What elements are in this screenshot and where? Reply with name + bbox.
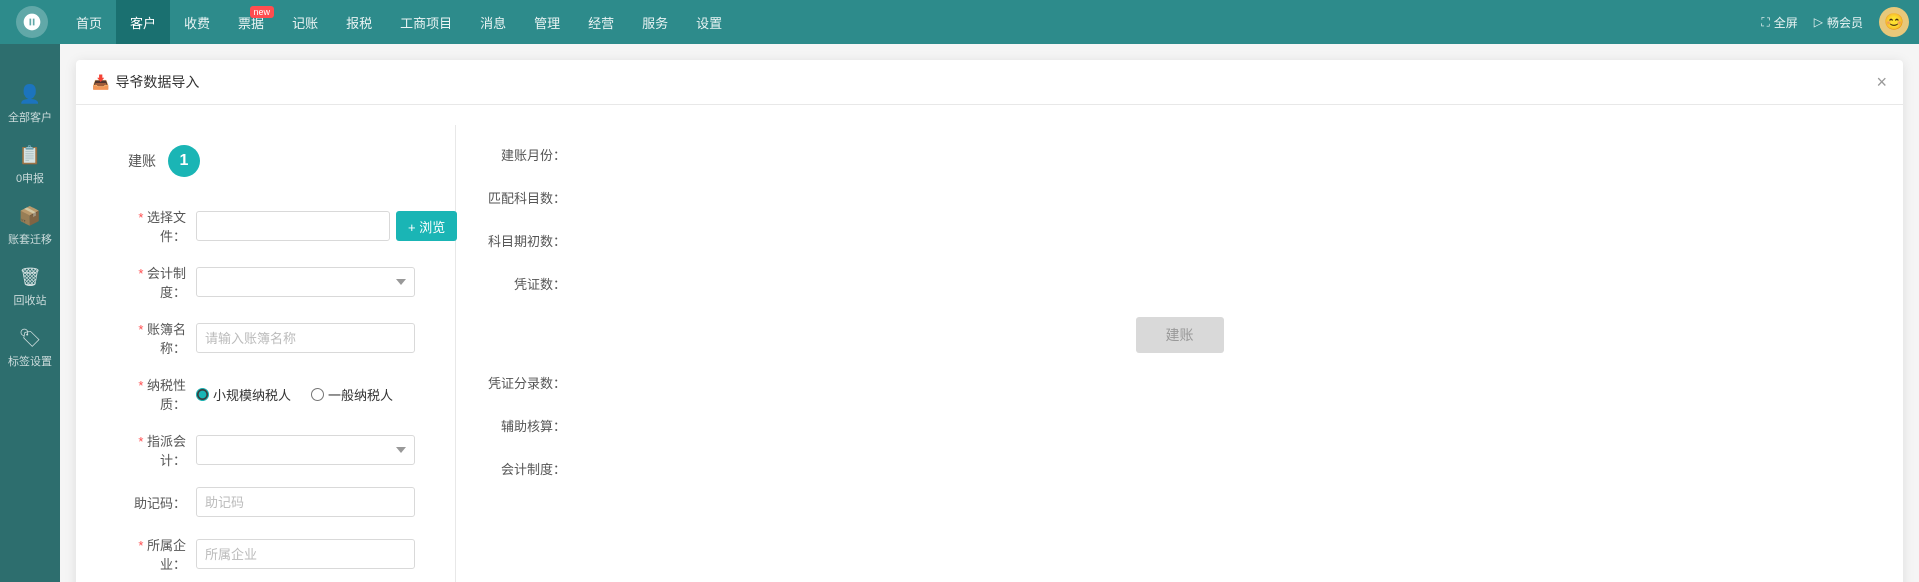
trash-icon: 🗑 — [19, 267, 42, 288]
voucher-count-label: 凭证数： — [486, 274, 576, 293]
file-input-group: + 浏览 — [196, 211, 457, 241]
logo-circle — [16, 6, 48, 38]
step-header: 建账 1 — [116, 145, 415, 177]
voucher-entries-row: 凭证分录数： — [486, 373, 1873, 392]
form-section: 建账 1 * 选择文件： + 浏览 — [76, 125, 456, 582]
nav-management[interactable]: 管理 — [520, 0, 574, 44]
fullscreen-button[interactable]: ⛶ 全屏 — [1761, 14, 1797, 31]
tax-general-radio[interactable] — [311, 388, 324, 401]
initial-balance-row: 科目期初数： — [486, 231, 1873, 250]
tax-small-scale[interactable]: 小规模纳税人 — [196, 385, 291, 404]
file-label: * 选择文件： — [116, 207, 196, 245]
tax-type-label: * 纳税性质： — [116, 375, 196, 413]
logo-icon — [22, 12, 42, 32]
nav-invoices[interactable]: 票据 new — [224, 0, 278, 44]
sidebar-item-declaration[interactable]: 📋 0申报 — [2, 137, 58, 194]
ledger-name-row: * 账簿名称： — [116, 319, 415, 357]
sidebar-item-all-clients[interactable]: 👤 全部客户 — [2, 76, 58, 133]
tax-type-radio-group: 小规模纳税人 一般纳税人 — [196, 385, 393, 404]
tax-general[interactable]: 一般纳税人 — [311, 385, 393, 404]
declaration-icon: 📋 — [19, 145, 41, 166]
step-circle: 1 — [168, 145, 200, 177]
fullscreen-icon: ⛶ — [1761, 15, 1769, 30]
voucher-count-row: 凭证数： — [486, 274, 1873, 293]
nav-items: 首页 客户 收费 票据 new 记账 报税 工商项目 消息 管理 经营 服务 设… — [62, 0, 1761, 44]
membership-button[interactable]: ▷ 畅会员 — [1814, 14, 1863, 31]
nav-messages[interactable]: 消息 — [466, 0, 520, 44]
nav-services[interactable]: 服务 — [628, 0, 682, 44]
initial-balance-label: 科目期初数： — [486, 231, 576, 250]
tag-icon: 🏷 — [19, 328, 42, 349]
match-subjects-row: 匹配科目数： — [486, 188, 1873, 207]
memo-code-row: 助记码： — [116, 487, 415, 517]
dialog-header: 📥 导爷数据导入 × — [76, 60, 1903, 105]
tax-small-scale-radio[interactable] — [196, 388, 209, 401]
aux-accounting-label: 辅助核算： — [486, 416, 576, 435]
right-accounting-system-label: 会计制度： — [486, 459, 576, 478]
sidebar-brand — [26, 52, 34, 68]
memo-code-input[interactable] — [196, 487, 415, 517]
top-navigation: 首页 客户 收费 票据 new 记账 报税 工商项目 消息 管理 经营 服务 设… — [0, 0, 1919, 44]
company-row: * 所属企业： — [116, 535, 415, 573]
nav-settings[interactable]: 设置 — [682, 0, 736, 44]
accountant-select[interactable] — [196, 435, 415, 465]
memo-code-label: 助记码： — [116, 493, 196, 512]
right-accounting-system-row: 会计制度： — [486, 459, 1873, 478]
sidebar: 👤 全部客户 📋 0申报 📦 账套迁移 🗑 回收站 🏷 标签设置 — [0, 44, 60, 582]
user-avatar[interactable]: 😊 — [1879, 7, 1909, 37]
dialog-close-button[interactable]: × — [1876, 73, 1887, 91]
month-row: 建账月份： — [486, 145, 1873, 164]
sidebar-item-tags[interactable]: 🏷 标签设置 — [2, 320, 58, 377]
nav-business[interactable]: 工商项目 — [386, 0, 466, 44]
dialog: 📥 导爷数据导入 × 建账 1 * 选择文件： — [76, 60, 1903, 582]
voucher-entries-label: 凭证分录数： — [486, 373, 576, 392]
month-label: 建账月份： — [486, 145, 576, 164]
file-row: * 选择文件： + 浏览 — [116, 207, 415, 245]
nav-home[interactable]: 首页 — [62, 0, 116, 44]
migration-icon: 📦 — [19, 206, 41, 227]
nav-billing[interactable]: 收费 — [170, 0, 224, 44]
create-account-button[interactable]: 建账 — [1136, 317, 1224, 353]
logo[interactable] — [10, 0, 54, 44]
ledger-name-label: * 账簿名称： — [116, 319, 196, 357]
accounting-system-label: * 会计制度： — [116, 263, 196, 301]
nav-badge-new: new — [250, 6, 275, 18]
person-icon: 👤 — [19, 84, 41, 105]
nav-bookkeeping[interactable]: 记账 — [278, 0, 332, 44]
ledger-name-input[interactable] — [196, 323, 415, 353]
import-icon: 📥 — [92, 74, 109, 91]
right-panel: 建账月份： 匹配科目数： 科目期初数： 凭证数： — [456, 125, 1903, 582]
accounting-system-row: * 会计制度： — [116, 263, 415, 301]
nav-clients[interactable]: 客户 — [116, 0, 170, 44]
nav-right: ⛶ 全屏 ▷ 畅会员 😊 — [1761, 7, 1909, 37]
nav-operations[interactable]: 经营 — [574, 0, 628, 44]
step-label: 建账 — [116, 151, 156, 171]
sidebar-item-migration[interactable]: 📦 账套迁移 — [2, 198, 58, 255]
match-subjects-label: 匹配科目数： — [486, 188, 576, 207]
company-input[interactable] — [196, 539, 415, 569]
file-input[interactable] — [196, 211, 390, 241]
avatar-icon: 😊 — [1884, 12, 1904, 32]
content-area: 📥 导爷数据导入 × 建账 1 * 选择文件： — [60, 44, 1919, 582]
company-label: * 所属企业： — [116, 535, 196, 573]
dialog-title: 📥 导爷数据导入 — [92, 72, 199, 92]
dialog-body: 建账 1 * 选择文件： + 浏览 — [76, 105, 1903, 582]
accountant-row: * 指派会计： — [116, 431, 415, 469]
accountant-label: * 指派会计： — [116, 431, 196, 469]
play-icon: ▷ — [1814, 15, 1823, 29]
browse-button[interactable]: + 浏览 — [396, 211, 457, 241]
sidebar-item-recycle[interactable]: 🗑 回收站 — [2, 259, 58, 316]
main-layout: 👤 全部客户 📋 0申报 📦 账套迁移 🗑 回收站 🏷 标签设置 📥 导 — [0, 44, 1919, 582]
accounting-system-select[interactable] — [196, 267, 415, 297]
aux-accounting-row: 辅助核算： — [486, 416, 1873, 435]
tax-type-row: * 纳税性质： 小规模纳税人 一般纳税人 — [116, 375, 415, 413]
nav-tax[interactable]: 报税 — [332, 0, 386, 44]
